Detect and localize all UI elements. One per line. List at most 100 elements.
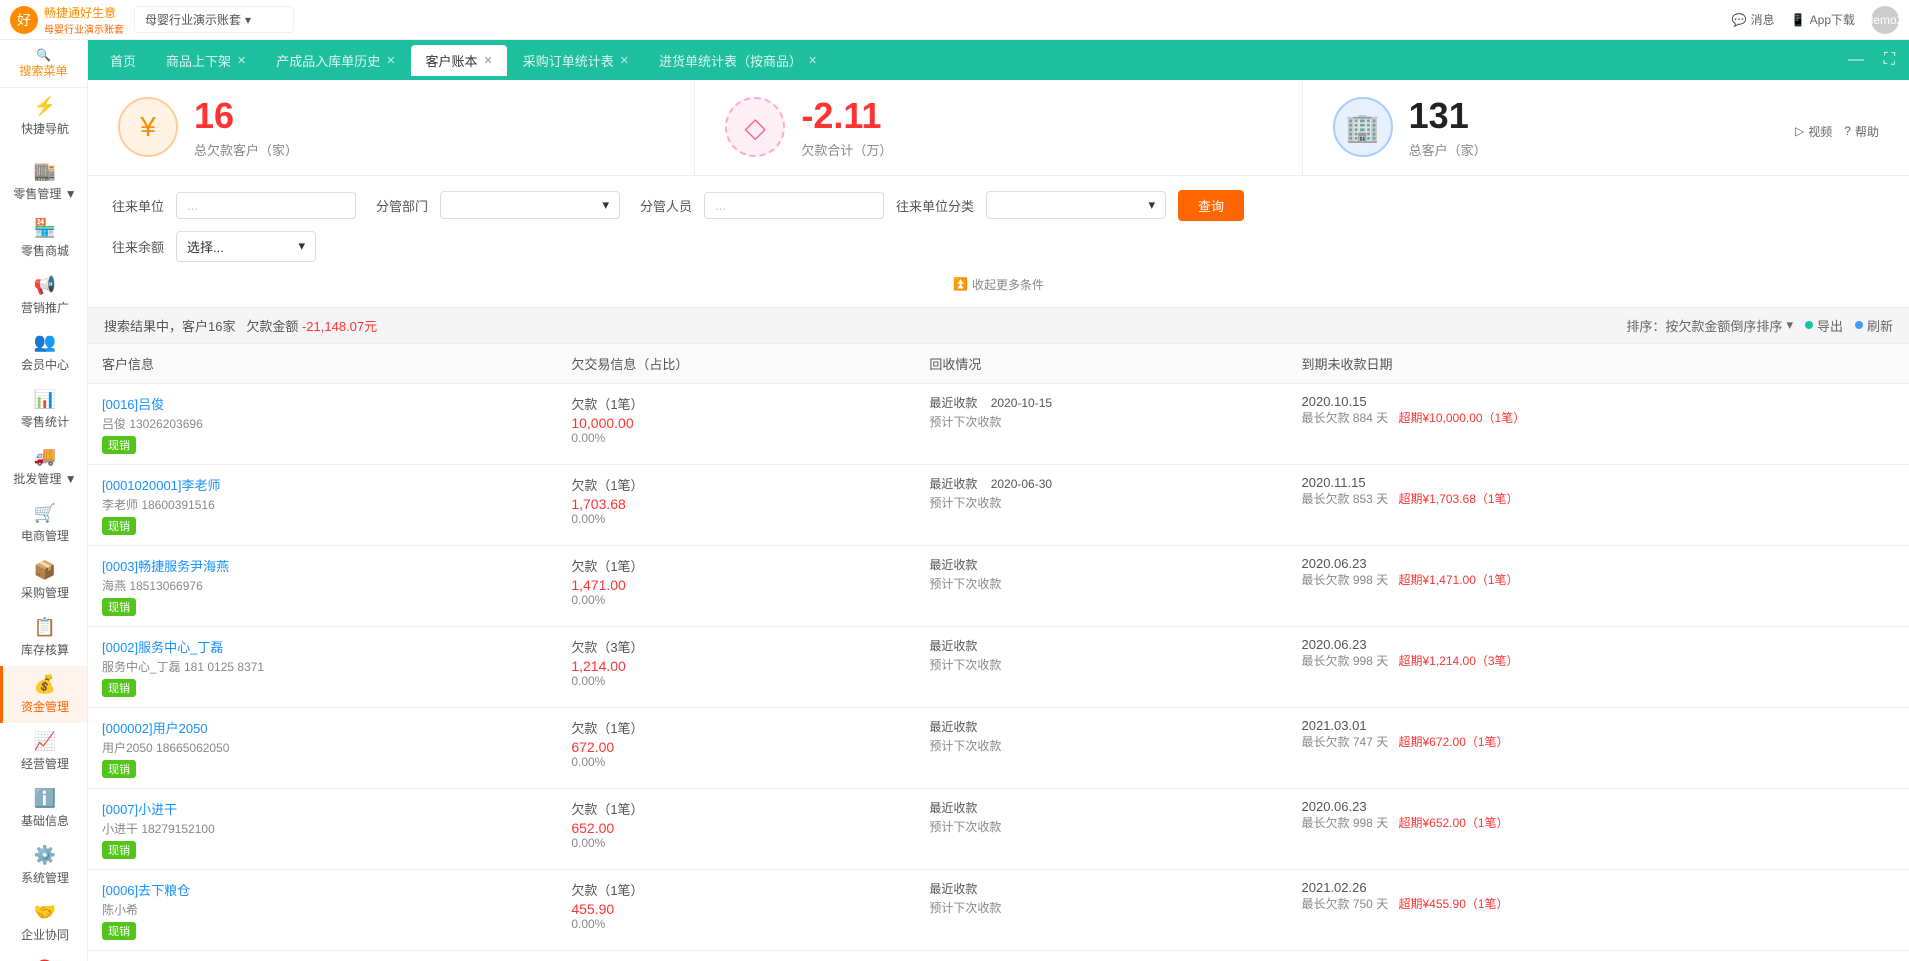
stat-info-debt: 16 总欠款客户（家） xyxy=(194,96,298,159)
sidebar-item-retail-mall[interactable]: 🏪 零售商城 xyxy=(0,210,87,267)
tab-purchase-summary[interactable]: 采购订单统计表 ✕ xyxy=(509,45,643,76)
customer-tag-6: 现销 xyxy=(102,922,136,940)
tab-close-product-listing[interactable]: ✕ xyxy=(237,54,246,67)
cell-customer-info-7: [000001]黄思源 黄思源 13552700226 现销 xyxy=(88,950,557,961)
tab-home[interactable]: 首页 xyxy=(96,45,150,76)
help-btn[interactable]: ? 帮助 xyxy=(1844,123,1879,140)
customer-name-3[interactable]: [0002]服务中心_丁磊 xyxy=(102,637,543,656)
customer-name-4[interactable]: [000002]用户2050 xyxy=(102,718,543,737)
stat-card-right-actions: ▷ 视频 ? 帮助 xyxy=(1795,115,1879,140)
overdue-amount-1[interactable]: 超期¥1,703.68（1笔） xyxy=(1398,492,1518,506)
sidebar-item-quick-nav[interactable]: ⚡ 快捷导航 xyxy=(0,88,87,145)
video-icon: ▷ xyxy=(1795,124,1804,138)
refresh-btn[interactable]: 刷新 xyxy=(1855,316,1893,335)
store-name-link[interactable]: 母婴行业演示账套 xyxy=(44,21,124,36)
results-bar: 搜索结果中，客户16家 欠款金额 -21,148.07元 排序：按欠款金额倒序排… xyxy=(88,308,1909,344)
sidebar-item-enterprise[interactable]: 🤝 企业协同 xyxy=(0,894,87,951)
overdue-amount-6[interactable]: 超期¥455.90（1笔） xyxy=(1398,897,1508,911)
video-btn[interactable]: ▷ 视频 xyxy=(1795,123,1832,140)
overdue-amount-0[interactable]: 超期¥10,000.00（1笔） xyxy=(1398,411,1525,425)
cell-recovery-2: 最近收款 预计下次收款 xyxy=(915,545,1287,626)
tab-maximize-btn[interactable]: ⛶ xyxy=(1878,49,1901,71)
overdue-amount-2[interactable]: 超期¥1,471.00（1笔） xyxy=(1398,573,1518,587)
customer-phone-1: 李老师 18600391516 xyxy=(102,496,543,513)
avatar[interactable]: demo2 xyxy=(1871,6,1899,34)
recent-label-0: 最近收款 2020-10-15 xyxy=(929,394,1273,411)
sidebar-item-operations[interactable]: 📈 经营管理 xyxy=(0,723,87,780)
sidebar-item-purchase[interactable]: 📦 采购管理 xyxy=(0,552,87,609)
sidebar-item-guide[interactable]: 🎯 新手引导 xyxy=(0,951,87,961)
customer-tag-3: 现销 xyxy=(102,679,136,697)
tab-inbound-summary[interactable]: 进货单统计表（按商品） ✕ xyxy=(645,45,831,76)
next-label-6: 预计下次收款 xyxy=(929,899,1273,916)
overdue-info-3: 最长欠款 998 天 超期¥1,214.00（3笔） xyxy=(1302,652,1896,669)
sidebar-item-inventory[interactable]: 📋 库存核算 xyxy=(0,609,87,666)
message-btn[interactable]: 💬 消息 xyxy=(1732,11,1775,28)
customer-name-2[interactable]: [0003]畅捷服务尹海燕 xyxy=(102,556,543,575)
export-icon xyxy=(1805,321,1813,329)
app-download-btn[interactable]: 📱 App下载 xyxy=(1791,11,1855,28)
sidebar-item-retail-stat[interactable]: 📊 零售统计 xyxy=(0,381,87,438)
table-row: [0001020001]李老师 李老师 18600391516 现销 欠款（1笔… xyxy=(88,464,1909,545)
filter-select-dept[interactable]: ▾ xyxy=(440,191,620,219)
customer-name-5[interactable]: [0007]小进干 xyxy=(102,799,543,818)
search-button[interactable]: 查询 xyxy=(1178,190,1244,221)
customer-name-0[interactable]: [0016]吕俊 xyxy=(102,394,543,413)
tab-close-inbound-summary[interactable]: ✕ xyxy=(808,54,817,67)
tab-close-production-history[interactable]: ✕ xyxy=(386,54,395,67)
overdue-info-6: 最长欠款 750 天 超期¥455.90（1笔） xyxy=(1302,895,1896,912)
marketing-icon: 📢 xyxy=(34,275,56,296)
sidebar-search[interactable]: 🔍 搜索菜单 xyxy=(0,40,87,88)
stat-number-debt-total: -2.11 xyxy=(801,96,892,136)
tab-customer-account[interactable]: 客户账本 ✕ xyxy=(411,45,506,76)
overdue-amount-3[interactable]: 超期¥1,214.00（3笔） xyxy=(1398,654,1518,668)
debt-ratio-1: 0.00% xyxy=(571,512,901,526)
overdue-amount-5[interactable]: 超期¥652.00（1笔） xyxy=(1398,816,1508,830)
overdue-info-1: 最长欠款 853 天 超期¥1,703.68（1笔） xyxy=(1302,490,1896,507)
overdue-amount-4[interactable]: 超期¥672.00（1笔） xyxy=(1398,735,1508,749)
results-info: 搜索结果中，客户16家 欠款金额 -21,148.07元 xyxy=(104,316,377,335)
debt-amount-4: 672.00 xyxy=(571,739,901,755)
stat-number-debt-customers: 16 xyxy=(194,96,298,136)
sort-select[interactable]: 排序：按欠款金额倒序排序 ▾ xyxy=(1626,316,1793,335)
cell-debt-info-1: 欠款（1笔） 1,703.68 0.00% xyxy=(557,464,915,545)
sidebar-item-marketing[interactable]: 📢 营销推广 xyxy=(0,267,87,324)
cell-due-date-2: 2020.06.23 最长欠款 998 天 超期¥1,471.00（1笔） xyxy=(1288,545,1909,626)
filter-row-1: 往来单位 ... 分管部门 ▾ 分管人员 ... 往来单位分类 ▾ 查询 xyxy=(104,190,1893,221)
export-btn[interactable]: 导出 xyxy=(1805,316,1843,335)
debt-count-1: 欠款（1笔） xyxy=(571,475,901,494)
cell-debt-info-3: 欠款（3笔） 1,214.00 0.00% xyxy=(557,626,915,707)
sidebar-item-wholesale[interactable]: 🚚 批发管理 ▼ xyxy=(0,438,87,495)
collapse-btn[interactable]: ⏫ 收起更多条件 xyxy=(953,276,1044,293)
table-body: [0016]吕俊 吕俊 13026203696 现销 欠款（1笔） 10,000… xyxy=(88,383,1909,961)
sidebar-item-system[interactable]: ⚙️ 系统管理 xyxy=(0,837,87,894)
filter-input-unit[interactable]: ... xyxy=(176,192,356,219)
customer-phone-2: 海燕 18513066976 xyxy=(102,577,543,594)
tab-close-customer-account[interactable]: ✕ xyxy=(484,54,493,67)
due-date-4: 2021.03.01 xyxy=(1302,718,1896,733)
cell-recovery-5: 最近收款 预计下次收款 xyxy=(915,788,1287,869)
top-bar-right: 💬 消息 📱 App下载 demo2 xyxy=(1732,6,1899,34)
sidebar-item-basic-info[interactable]: ℹ️ 基础信息 xyxy=(0,780,87,837)
tab-close-purchase-summary[interactable]: ✕ xyxy=(620,54,629,67)
sidebar-item-ecommerce[interactable]: 🛒 电商管理 xyxy=(0,495,87,552)
table-row: [000002]用户2050 用户2050 18665062050 现销 欠款（… xyxy=(88,707,1909,788)
tab-minimize-btn[interactable]: — xyxy=(1842,49,1870,71)
sidebar-item-finance[interactable]: 💰 资金管理 xyxy=(0,666,87,723)
filter-select-balance[interactable]: 选择... ▾ xyxy=(176,231,316,262)
table-row: [0007]小进干 小进干 18279152100 现销 欠款（1笔） 652.… xyxy=(88,788,1909,869)
store-selector[interactable]: 母婴行业演示账套 ▾ xyxy=(134,6,294,33)
sidebar-item-retail-mgmt[interactable]: 🏬 零售管理 ▼ xyxy=(0,153,87,210)
debt-count-5: 欠款（1笔） xyxy=(571,799,901,818)
tab-product-listing[interactable]: 商品上下架 ✕ xyxy=(152,45,260,76)
customer-name-6[interactable]: [0006]去下粮仓 xyxy=(102,880,543,899)
tab-production-history[interactable]: 产成品入库单历史 ✕ xyxy=(262,45,409,76)
cell-due-date-3: 2020.06.23 最长欠款 998 天 超期¥1,214.00（3笔） xyxy=(1288,626,1909,707)
recent-label-5: 最近收款 xyxy=(929,799,1273,816)
customer-name-1[interactable]: [0001020001]李老师 xyxy=(102,475,543,494)
sidebar-item-member[interactable]: 👥 会员中心 xyxy=(0,324,87,381)
filter-select-unit-type[interactable]: ▾ xyxy=(986,191,1166,219)
cell-recovery-7: 最近收款 预计下次收款 xyxy=(915,950,1287,961)
top-bar: 好 畅捷通好生意 母婴行业演示账套 母婴行业演示账套 ▾ 💬 消息 📱 App下… xyxy=(0,0,1909,40)
filter-input-person[interactable]: ... xyxy=(704,192,884,219)
